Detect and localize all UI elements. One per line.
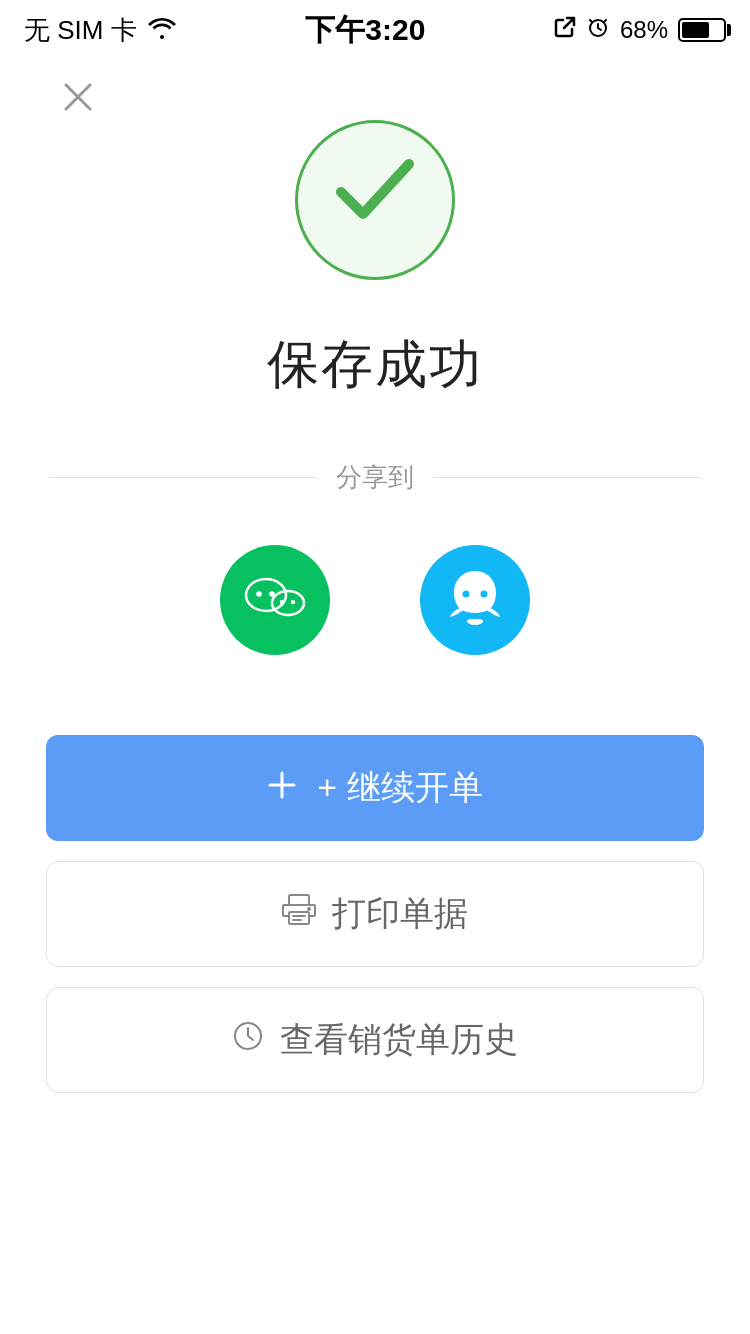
history-label: 查看销货单历史 bbox=[280, 1017, 518, 1063]
close-icon bbox=[60, 79, 96, 121]
wechat-share-button[interactable] bbox=[220, 545, 330, 655]
battery-percent: 68% bbox=[620, 16, 668, 44]
share-icons-row bbox=[220, 545, 530, 655]
alarm-icon bbox=[586, 15, 610, 45]
wifi-icon bbox=[147, 15, 177, 46]
status-bar: 无 SIM 卡 下午3:20 68% bbox=[0, 0, 750, 60]
printer-icon bbox=[282, 894, 316, 934]
svg-point-11 bbox=[307, 907, 311, 911]
success-title: 保存成功 bbox=[267, 330, 483, 400]
print-button[interactable]: 打印单据 bbox=[46, 861, 704, 967]
svg-rect-9 bbox=[289, 895, 309, 905]
svg-point-8 bbox=[481, 591, 488, 598]
main-content: 保存成功 分享到 bbox=[0, 60, 750, 1093]
qq-icon bbox=[444, 567, 506, 633]
success-icon-circle bbox=[295, 120, 455, 280]
buttons-section: + 继续开单 打印单据 查看销 bbox=[0, 735, 750, 1093]
location-icon bbox=[554, 16, 576, 44]
status-left: 无 SIM 卡 bbox=[24, 13, 177, 48]
svg-point-6 bbox=[291, 600, 295, 604]
plus-icon bbox=[267, 769, 297, 808]
wechat-icon bbox=[242, 567, 308, 633]
sim-text: 无 SIM 卡 bbox=[24, 13, 137, 48]
continue-order-button[interactable]: + 继续开单 bbox=[46, 735, 704, 841]
close-button[interactable] bbox=[50, 72, 106, 128]
svg-point-3 bbox=[256, 591, 262, 597]
svg-point-5 bbox=[280, 600, 284, 604]
share-divider: 分享到 bbox=[0, 460, 750, 495]
status-right: 68% bbox=[554, 15, 726, 45]
svg-point-4 bbox=[269, 591, 275, 597]
history-button[interactable]: 查看销货单历史 bbox=[46, 987, 704, 1093]
qq-share-button[interactable] bbox=[420, 545, 530, 655]
share-label: 分享到 bbox=[316, 460, 434, 495]
svg-point-1 bbox=[246, 579, 286, 611]
continue-order-label: + 继续开单 bbox=[317, 765, 482, 811]
print-label: 打印单据 bbox=[332, 891, 468, 937]
clock-icon bbox=[232, 1020, 264, 1060]
divider-line-right bbox=[434, 477, 700, 478]
battery-icon bbox=[678, 18, 726, 42]
status-time: 下午3:20 bbox=[305, 10, 425, 51]
svg-rect-10 bbox=[289, 912, 309, 924]
divider-line-left bbox=[50, 477, 316, 478]
checkmark-icon bbox=[335, 156, 415, 239]
svg-point-2 bbox=[272, 591, 304, 615]
svg-point-7 bbox=[463, 591, 470, 598]
